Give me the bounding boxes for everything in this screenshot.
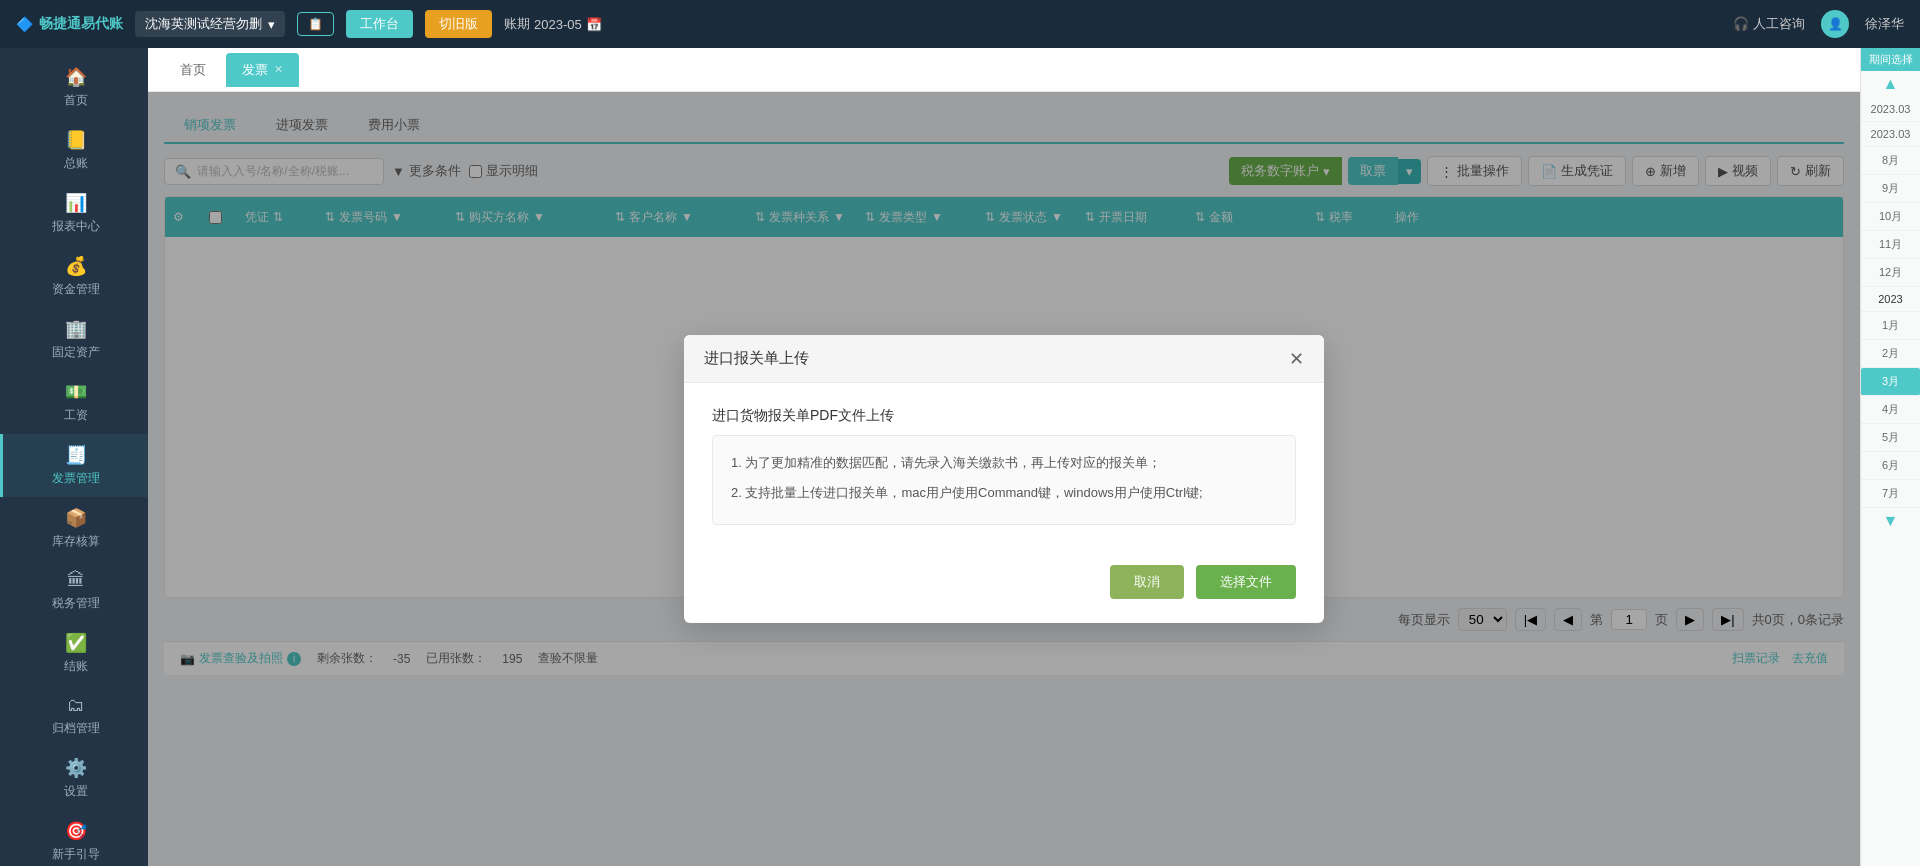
assets-icon: 🏢 (65, 318, 87, 340)
sidebar-item-tax[interactable]: 🏛 税务管理 (0, 560, 148, 622)
sidebar-item-closing[interactable]: ✅ 结账 (0, 622, 148, 685)
period-item-0[interactable]: 2023.03 (1861, 97, 1920, 122)
period-item-1[interactable]: 2023.03 (1861, 122, 1920, 147)
user-name: 徐泽华 (1865, 15, 1904, 33)
sidebar-item-settings[interactable]: ⚙️ 设置 (0, 747, 148, 810)
switch-version-button[interactable]: 切旧版 (425, 10, 492, 38)
period-item-3[interactable]: 9月 (1861, 175, 1920, 203)
cancel-button[interactable]: 取消 (1110, 565, 1184, 599)
settings-icon: ⚙️ (65, 757, 87, 779)
sidebar-item-ledger[interactable]: 📒 总账 (0, 119, 148, 182)
copy-company-button[interactable]: 📋 (297, 12, 334, 36)
period-item-2[interactable]: 8月 (1861, 147, 1920, 175)
period-item-4[interactable]: 10月 (1861, 203, 1920, 231)
top-bar-right: 🎧 人工咨询 👤 徐泽华 (1733, 10, 1904, 38)
modal-info-box: 1. 为了更加精准的数据匹配，请先录入海关缴款书，再上传对应的报关单； 2. 支… (712, 435, 1296, 525)
home-icon: 🏠 (65, 66, 87, 88)
period-prev-nav[interactable]: ▲ (1861, 71, 1920, 97)
select-file-button[interactable]: 选择文件 (1196, 565, 1296, 599)
sidebar-item-invoice[interactable]: 🧾 发票管理 (0, 434, 148, 497)
modal-overlay: 进口报关单上传 ✕ 进口货物报关单PDF文件上传 1. 为了更加精准的数据匹配，… (148, 92, 1860, 866)
period-item-9[interactable]: 2月 (1861, 340, 1920, 368)
chevron-down-icon: ▾ (268, 17, 275, 32)
sidebar-item-inventory[interactable]: 📦 库存核算 (0, 497, 148, 560)
reports-icon: 📊 (65, 192, 87, 214)
headset-icon: 🎧 (1733, 16, 1749, 31)
logo-icon: 🔷 (16, 16, 33, 32)
closing-icon: ✅ (65, 632, 87, 654)
modal-section-title: 进口货物报关单PDF文件上传 (712, 407, 1296, 425)
period-display: 账期 2023-05 📅 (504, 15, 602, 33)
period-item-11[interactable]: 4月 (1861, 396, 1920, 424)
sidebar-item-assets[interactable]: 🏢 固定资产 (0, 308, 148, 371)
support-btn[interactable]: 🎧 人工咨询 (1733, 15, 1805, 33)
app-logo: 🔷 畅捷通易代账 (16, 15, 123, 33)
tab-bar: 首页 发票 ✕ (148, 48, 1860, 92)
import-customs-modal: 进口报关单上传 ✕ 进口货物报关单PDF文件上传 1. 为了更加精准的数据匹配，… (684, 335, 1324, 623)
company-selector[interactable]: 沈海英测试经营勿删 ▾ (135, 11, 285, 37)
period-item-14[interactable]: 7月 (1861, 480, 1920, 508)
close-tab-icon[interactable]: ✕ (274, 63, 283, 76)
funds-icon: 💰 (65, 255, 87, 277)
period-item-12[interactable]: 5月 (1861, 424, 1920, 452)
tab-home[interactable]: 首页 (164, 53, 222, 87)
sidebar-item-salary[interactable]: 💵 工资 (0, 371, 148, 434)
sidebar-item-funds[interactable]: 💰 资金管理 (0, 245, 148, 308)
sidebar: 🏠 首页 📒 总账 📊 报表中心 💰 资金管理 🏢 固定资产 💵 工资 🧾 发票… (0, 48, 148, 866)
ledger-icon: 📒 (65, 129, 87, 151)
modal-title: 进口报关单上传 (704, 349, 809, 368)
period-item-13[interactable]: 6月 (1861, 452, 1920, 480)
tab-invoice[interactable]: 发票 ✕ (226, 53, 299, 87)
period-item-10[interactable]: 3月 (1861, 368, 1920, 396)
period-item-year[interactable]: 2023 (1861, 287, 1920, 312)
modal-header: 进口报关单上传 ✕ (684, 335, 1324, 383)
period-panel-header: 期间选择 (1861, 48, 1920, 71)
period-item-5[interactable]: 11月 (1861, 231, 1920, 259)
top-bar: 🔷 畅捷通易代账 沈海英测试经营勿删 ▾ 📋 工作台 切旧版 账期 2023-0… (0, 0, 1920, 48)
sidebar-item-archive[interactable]: 🗂 归档管理 (0, 685, 148, 747)
period-panel: 期间选择 ▲ 2023.03 2023.03 8月 9月 10月 11月 12月… (1860, 48, 1920, 866)
company-name: 沈海英测试经营勿删 (145, 15, 262, 33)
period-item-6[interactable]: 12月 (1861, 259, 1920, 287)
modal-tip-1: 1. 为了更加精准的数据匹配，请先录入海关缴款书，再上传对应的报关单； (731, 450, 1277, 476)
sidebar-item-reports[interactable]: 📊 报表中心 (0, 182, 148, 245)
modal-close-button[interactable]: ✕ (1289, 350, 1304, 368)
period-item-8[interactable]: 1月 (1861, 312, 1920, 340)
archive-icon: 🗂 (67, 695, 85, 716)
user-avatar[interactable]: 👤 (1821, 10, 1849, 38)
inventory-icon: 📦 (65, 507, 87, 529)
modal-footer: 取消 选择文件 (684, 549, 1324, 623)
tax-icon: 🏛 (67, 570, 85, 591)
main-content: 首页 发票 ✕ 销项发票 进项发票 费用小票 (148, 48, 1860, 866)
invoice-icon: 🧾 (65, 444, 87, 466)
calendar-icon[interactable]: 📅 (586, 17, 602, 32)
guide-icon: 🎯 (65, 820, 87, 842)
page-content: 销项发票 进项发票 费用小票 🔍 请输入入号/名称/全称/税账... (148, 92, 1860, 866)
modal-tip-2: 2. 支持批量上传进口报关单，mac用户使用Command键，windows用户… (731, 480, 1277, 506)
sidebar-item-guide[interactable]: 🎯 新手引导 (0, 810, 148, 866)
period-next-nav[interactable]: ▼ (1861, 508, 1920, 534)
sidebar-item-home[interactable]: 🏠 首页 (0, 56, 148, 119)
modal-body: 进口货物报关单PDF文件上传 1. 为了更加精准的数据匹配，请先录入海关缴款书，… (684, 383, 1324, 549)
salary-icon: 💵 (65, 381, 87, 403)
workspace-button[interactable]: 工作台 (346, 10, 413, 38)
